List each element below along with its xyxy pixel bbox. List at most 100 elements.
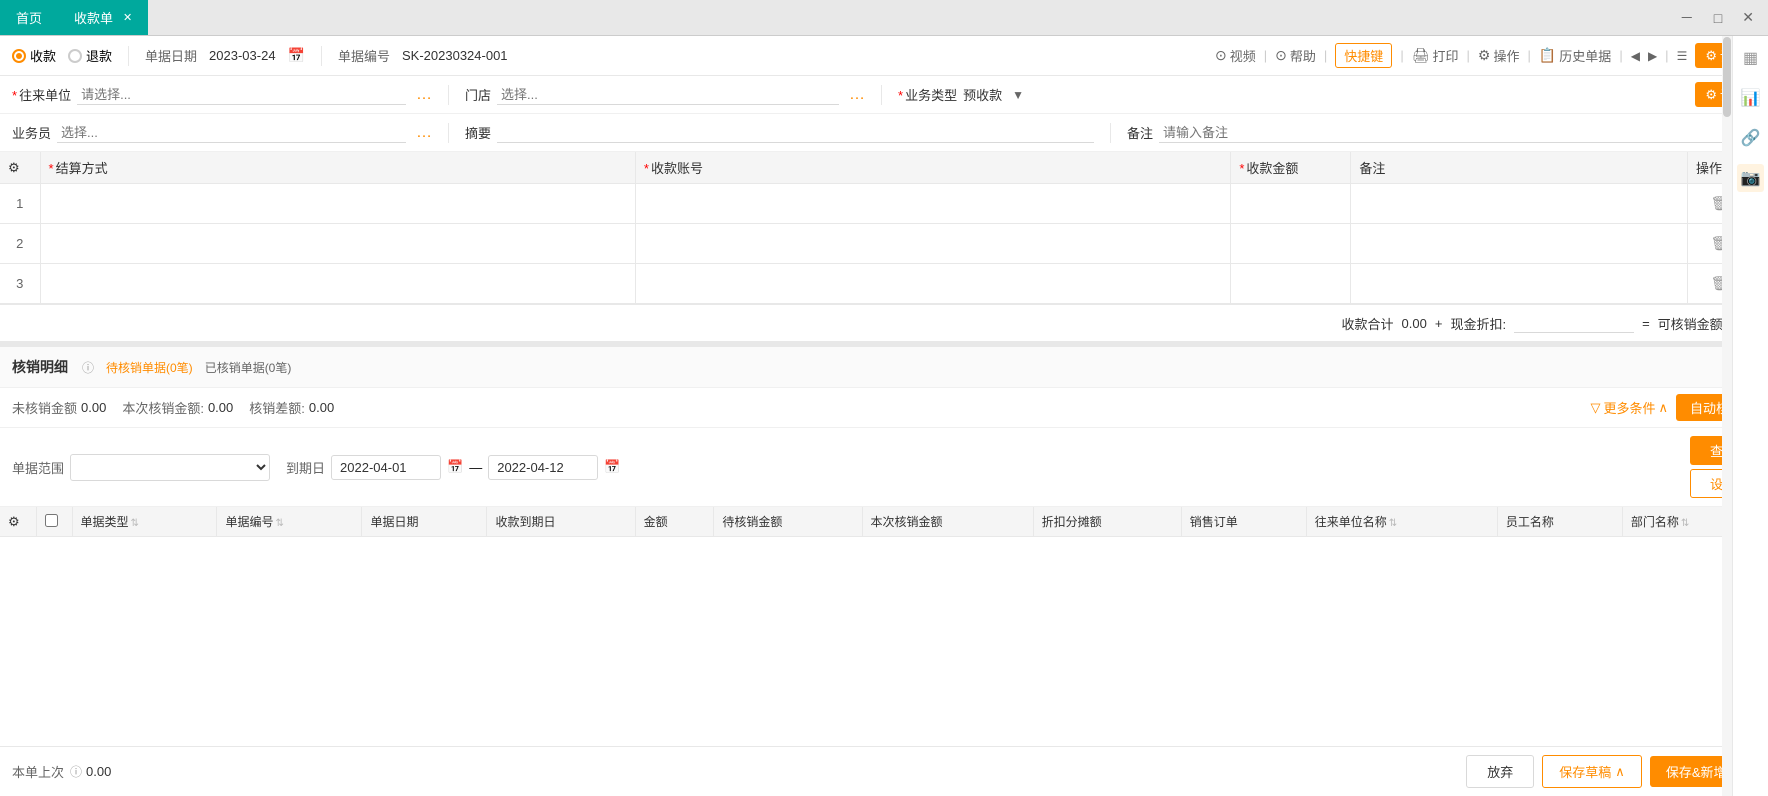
col-current-amount: 本次核销金额	[862, 507, 1033, 537]
calendar-icon[interactable]: 📅	[288, 47, 305, 64]
form-divider-4	[1110, 123, 1111, 143]
maximize-button[interactable]: □	[1708, 8, 1728, 28]
footer-info-icon[interactable]: ⓘ	[70, 763, 82, 780]
sidebar-table-icon[interactable]: ▦	[1739, 44, 1762, 72]
discount-input[interactable]	[1514, 313, 1634, 333]
row-2-amount[interactable]	[1231, 224, 1351, 264]
nav-prev-btn[interactable]: ◀	[1631, 49, 1640, 63]
close-button[interactable]: ✕	[1736, 7, 1760, 28]
done-tag[interactable]: 已核销单据(0笔)	[205, 359, 292, 376]
scroll-thumb[interactable]	[1723, 37, 1731, 117]
summary-label: 摘要	[465, 123, 491, 142]
counterparty-input[interactable]	[77, 85, 406, 105]
history-label: 历史单据	[1559, 46, 1611, 65]
business-type-value: 预收款	[963, 85, 1002, 104]
history-btn[interactable]: 📋 历史单据	[1539, 46, 1611, 65]
footer-info: 本单上次 ⓘ 0.00	[12, 762, 111, 781]
col-gear[interactable]: ⚙	[0, 152, 40, 184]
bottom-table-area: ⚙ 单据类型⇅ 单据编号⇅ 单据日期 收款到期日 金额 待核销金额 本次核销金额…	[0, 507, 1768, 746]
history-icon: 📋	[1539, 47, 1556, 64]
layout-btn[interactable]: ☰	[1677, 49, 1688, 63]
row-2-account[interactable]	[635, 224, 1230, 264]
sidebar-link-icon[interactable]: 🔗	[1737, 124, 1765, 152]
col-gear-bottom[interactable]: ⚙	[0, 507, 36, 537]
store-field: 门店 …	[465, 85, 865, 105]
sidebar-camera-icon[interactable]: 📷	[1737, 164, 1765, 192]
receipt-type-group: 收款 退款	[12, 46, 112, 65]
settings-icon: ⚙	[1705, 48, 1717, 64]
help-btn[interactable]: ⊙ 帮助	[1275, 46, 1316, 65]
row-1-settlement[interactable]	[40, 184, 635, 224]
minimize-button[interactable]: －	[1674, 6, 1700, 30]
business-type-chevron[interactable]: ▼	[1012, 88, 1024, 102]
business-type-field: 业务类型 预收款 ▼	[898, 85, 1024, 104]
quickkey-btn[interactable]: 快捷键	[1335, 43, 1392, 68]
row-3-account[interactable]	[635, 264, 1230, 304]
save-draft-label: 保存草稿	[1559, 762, 1611, 781]
store-label: 门店	[465, 85, 491, 104]
operation-icon: ⚙	[1478, 47, 1491, 64]
salesperson-input[interactable]	[57, 123, 406, 143]
refund-radio[interactable]: 退款	[68, 46, 112, 65]
nav-next-btn[interactable]: ▶	[1648, 49, 1657, 63]
main-area: 收款 退款 单据日期 2023-03-24 📅 单据编号 SK-20230324…	[0, 36, 1768, 796]
form-divider-1	[448, 85, 449, 105]
calendar-to-icon[interactable]: 📅	[604, 459, 620, 475]
sort-dept[interactable]: ⇅	[1681, 518, 1689, 529]
row-3-amount[interactable]	[1231, 264, 1351, 304]
sidebar-chart-icon[interactable]: 📊	[1737, 84, 1765, 112]
summary-input[interactable]	[497, 123, 1094, 143]
window-controls: － □ ✕	[1674, 6, 1768, 30]
row-2-settlement[interactable]	[40, 224, 635, 264]
scroll-area[interactable]	[1722, 36, 1732, 796]
col-sales-order: 销售订单	[1181, 507, 1306, 537]
date-from-input[interactable]	[331, 455, 441, 480]
range-label: 单据范围	[12, 458, 64, 477]
operation-btn[interactable]: ⚙ 操作	[1478, 46, 1520, 65]
salesperson-more-icon[interactable]: …	[416, 124, 432, 142]
calendar-from-icon[interactable]: 📅	[447, 459, 463, 475]
store-more-icon[interactable]: …	[849, 86, 865, 104]
tab-home[interactable]: 首页	[0, 0, 58, 35]
store-input[interactable]	[497, 85, 839, 105]
select-all-checkbox[interactable]	[45, 514, 58, 527]
verification-title: 核销明细	[12, 357, 68, 377]
video-btn[interactable]: ⊙ 视频	[1215, 46, 1256, 65]
more-conditions-btn[interactable]: ▽ 更多条件 ∧	[1590, 398, 1668, 417]
row-3-settlement[interactable]	[40, 264, 635, 304]
sort-doc-num[interactable]: ⇅	[276, 518, 284, 529]
unverified-label: 未核销金额	[12, 398, 77, 417]
footer: 本单上次 ⓘ 0.00 放弃 保存草稿 ∧ 保存&新增 ∧	[0, 746, 1768, 796]
due-date-label: 到期日	[286, 458, 325, 477]
row-3-remark[interactable]	[1351, 264, 1688, 304]
row-1-account[interactable]	[635, 184, 1230, 224]
row-1-amount[interactable]	[1231, 184, 1351, 224]
remark-input[interactable]	[1159, 123, 1756, 143]
row-1-remark[interactable]	[1351, 184, 1688, 224]
date-value: 2023-03-24	[209, 48, 276, 63]
discard-button[interactable]: 放弃	[1466, 755, 1534, 788]
verification-info-icon[interactable]: ⓘ	[82, 359, 94, 376]
pending-tag[interactable]: 待核销单据(0笔)	[106, 359, 193, 376]
print-label: 打印	[1432, 46, 1458, 65]
range-select[interactable]	[70, 454, 270, 481]
tab-close-icon[interactable]: ✕	[123, 11, 132, 24]
row-2-remark[interactable]	[1351, 224, 1688, 264]
counterparty-field: 往来单位 …	[12, 85, 432, 105]
col-doc-type: 单据类型⇅	[72, 507, 217, 537]
receipt-radio[interactable]: 收款	[12, 46, 56, 65]
sort-doc-type[interactable]: ⇅	[131, 518, 139, 529]
date-to-input[interactable]	[488, 455, 598, 480]
save-draft-button[interactable]: 保存草稿 ∧	[1542, 755, 1642, 788]
unverified-value: 0.00	[81, 400, 106, 415]
help-label: 帮助	[1290, 46, 1316, 65]
sort-counterparty[interactable]: ⇅	[1389, 518, 1397, 529]
discard-label: 放弃	[1487, 765, 1513, 780]
receipt-radio-label: 收款	[30, 46, 56, 65]
form-settings-icon: ⚙	[1705, 87, 1717, 103]
toolbar-divider-2	[321, 46, 322, 66]
tab-receipt[interactable]: 收款单 ✕	[58, 0, 148, 35]
print-btn[interactable]: 🖨 打印	[1412, 46, 1459, 65]
counterparty-more-icon[interactable]: …	[416, 86, 432, 104]
col-amount: 金额	[635, 507, 714, 537]
